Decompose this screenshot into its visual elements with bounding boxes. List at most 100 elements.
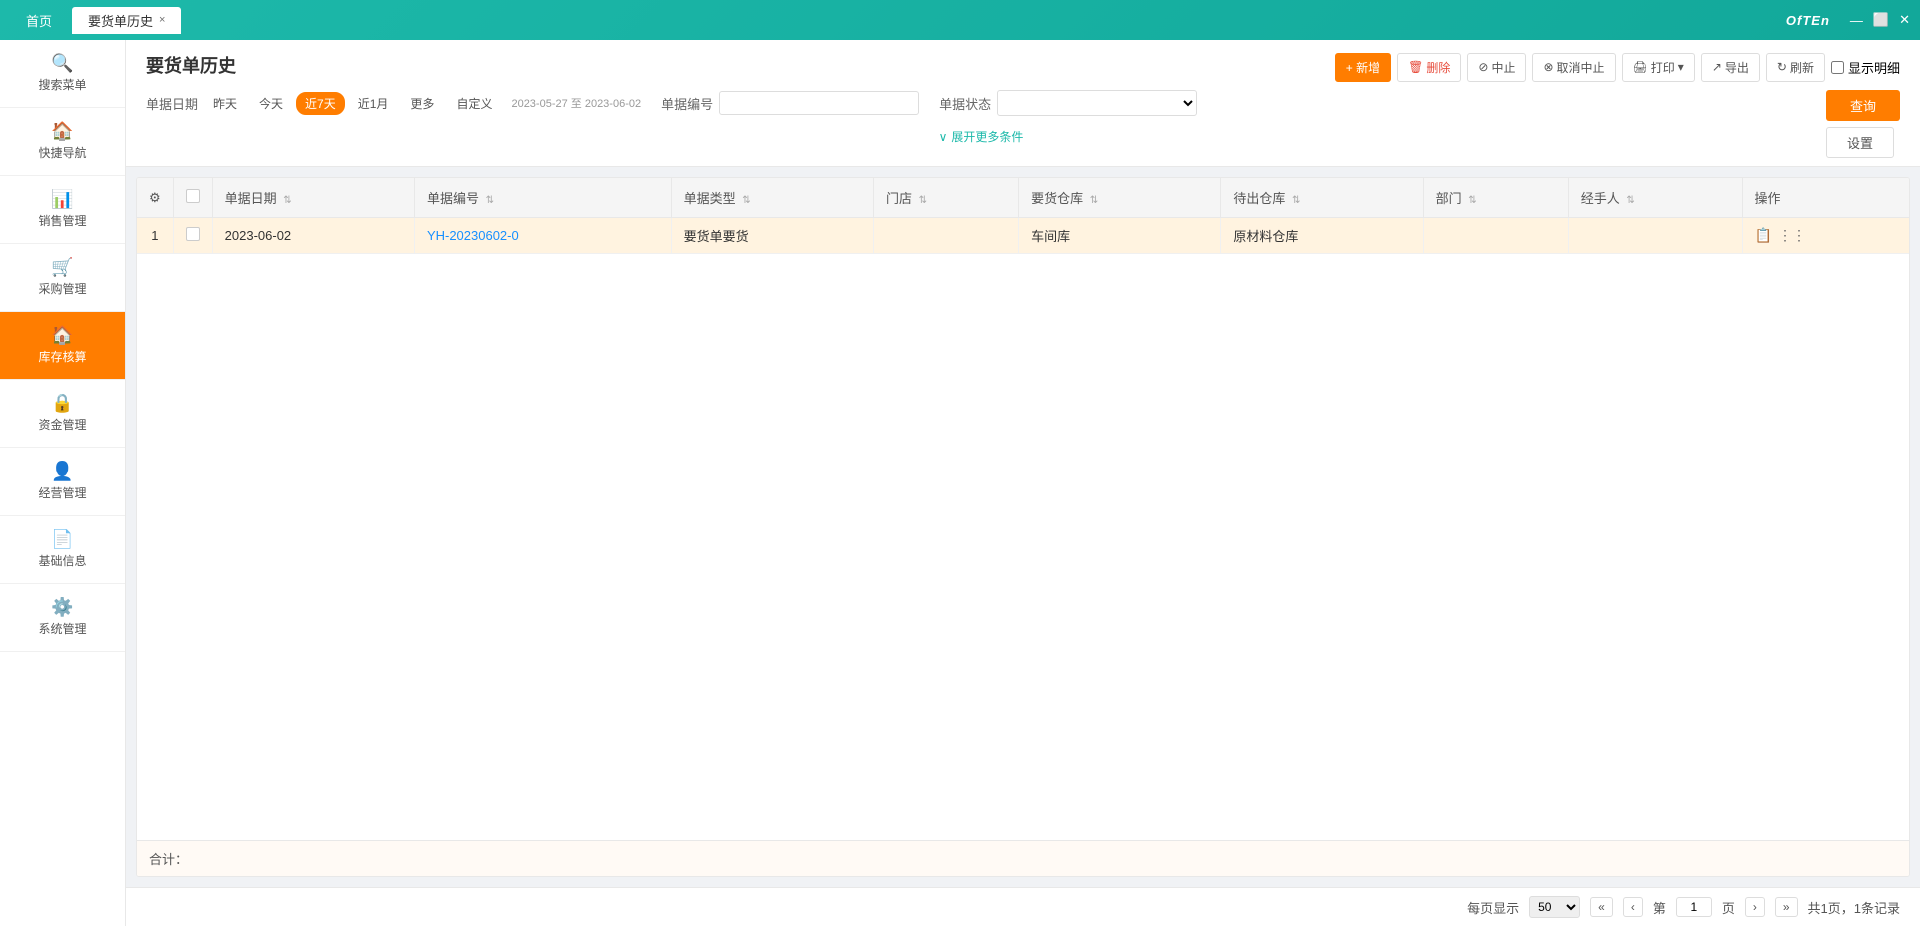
export-button[interactable]: ↗ 导出 bbox=[1701, 53, 1760, 82]
content-area: 要货单历史 + 新增 🗑 删除 ⊘ 中止 ⊗ 取消中止 bbox=[126, 40, 1920, 926]
filter-doc-status: 单据状态 bbox=[939, 90, 1197, 116]
sidebar-item-search-menu[interactable]: 🔍 搜索菜单 bbox=[0, 40, 125, 108]
tab-requisition-history[interactable]: 要货单历史 × bbox=[72, 7, 181, 34]
col-header-store[interactable]: 门店 ⇅ bbox=[873, 178, 1018, 218]
maximize-icon[interactable]: ⬜ bbox=[1873, 12, 1889, 28]
filter-section: 单据日期 昨天 今天 近7天 近1月 更多 自定义 2023-05-27 至 2… bbox=[146, 90, 1900, 158]
filter-doc-date: 单据日期 昨天 今天 近7天 近1月 更多 自定义 2023-05-27 至 2… bbox=[146, 92, 641, 115]
refresh-icon: ↻ bbox=[1777, 60, 1787, 74]
table-wrapper: ⚙ 单据日期 ⇅ 单据编号 ⇅ 单据类型 bbox=[136, 177, 1910, 877]
row-edit-icon[interactable]: 📋 bbox=[1755, 227, 1772, 244]
tab-requisition-label: 要货单历史 bbox=[88, 11, 153, 30]
row-checkbox[interactable] bbox=[186, 227, 200, 241]
filter-row-1: 单据日期 昨天 今天 近7天 近1月 更多 自定义 2023-05-27 至 2… bbox=[146, 90, 1816, 116]
settings-button[interactable]: 设置 bbox=[1826, 127, 1894, 158]
row-department bbox=[1423, 218, 1568, 254]
date-btn-yesterday[interactable]: 昨天 bbox=[204, 92, 246, 115]
col-header-req-warehouse[interactable]: 要货仓库 ⇅ bbox=[1019, 178, 1221, 218]
ops-mgmt-icon: 👤 bbox=[51, 462, 73, 480]
row-checkbox-cell bbox=[173, 218, 212, 254]
per-page-label: 每页显示 bbox=[1467, 898, 1519, 917]
col-header-handler[interactable]: 经手人 ⇅ bbox=[1568, 178, 1742, 218]
window-controls: OfTEn — ⬜ ✕ bbox=[1786, 12, 1910, 28]
expand-more-icon: ∨ bbox=[939, 130, 948, 144]
new-button[interactable]: + 新增 bbox=[1335, 53, 1391, 82]
sidebar-item-basic-info[interactable]: 📄 基础信息 bbox=[0, 516, 125, 584]
date-btn-1month[interactable]: 近1月 bbox=[349, 92, 398, 115]
doc-status-select[interactable] bbox=[997, 90, 1197, 116]
sidebar-item-ops-mgmt[interactable]: 👤 经营管理 bbox=[0, 448, 125, 516]
tab-close-icon[interactable]: × bbox=[159, 14, 165, 26]
row-action-buttons: 📋 ⋮⋮ bbox=[1755, 227, 1898, 244]
table-header-row: ⚙ 单据日期 ⇅ 单据编号 ⇅ 单据类型 bbox=[137, 178, 1909, 218]
date-btn-more[interactable]: 更多 bbox=[401, 92, 443, 115]
expand-more-btn[interactable]: ∨ 展开更多条件 bbox=[146, 124, 1816, 149]
close-icon[interactable]: ✕ bbox=[1899, 12, 1910, 28]
refresh-button[interactable]: ↻ 刷新 bbox=[1766, 53, 1825, 82]
doc-number-label: 单据编号 bbox=[661, 94, 713, 113]
tab-home[interactable]: 首页 bbox=[10, 7, 68, 34]
sidebar-sales-mgmt-label: 销售管理 bbox=[38, 212, 86, 229]
sidebar-item-purchase-mgmt[interactable]: 🛒 采购管理 bbox=[0, 244, 125, 312]
date-btn-7days[interactable]: 近7天 bbox=[296, 92, 345, 115]
doc-number-input[interactable] bbox=[719, 91, 919, 115]
sidebar-item-inventory[interactable]: 🏠 库存核算 bbox=[0, 312, 125, 380]
total-info: 共1页，1条记录 bbox=[1808, 898, 1900, 917]
filter-fields: 单据日期 昨天 今天 近7天 近1月 更多 自定义 2023-05-27 至 2… bbox=[146, 90, 1816, 149]
sidebar-item-sales-mgmt[interactable]: 📊 销售管理 bbox=[0, 176, 125, 244]
finance-mgmt-icon: 🔒 bbox=[51, 394, 73, 412]
row-req-warehouse: 车间库 bbox=[1019, 218, 1221, 254]
data-table: ⚙ 单据日期 ⇅ 单据编号 ⇅ 单据类型 bbox=[137, 178, 1909, 254]
page-title: 要货单历史 bbox=[146, 52, 236, 78]
col-header-doc-date[interactable]: 单据日期 ⇅ bbox=[212, 178, 414, 218]
col-header-pending-warehouse[interactable]: 待出仓库 ⇅ bbox=[1221, 178, 1423, 218]
table-footer: 合计： bbox=[137, 840, 1909, 876]
sort-doc-type-icon: ⇅ bbox=[742, 195, 750, 206]
print-icon: 🖨 bbox=[1633, 60, 1648, 74]
query-button[interactable]: 查询 bbox=[1826, 90, 1900, 121]
page-suffix: 页 bbox=[1722, 898, 1735, 917]
table-empty-space bbox=[137, 254, 1909, 840]
delete-button[interactable]: 🗑 删除 bbox=[1397, 53, 1461, 82]
date-btn-today[interactable]: 今天 bbox=[250, 92, 292, 115]
col-header-doc-no[interactable]: 单据编号 ⇅ bbox=[414, 178, 671, 218]
sidebar-item-finance-mgmt[interactable]: 🔒 资金管理 bbox=[0, 380, 125, 448]
row-more-icon[interactable]: ⋮⋮ bbox=[1778, 227, 1806, 244]
show-detail-label[interactable]: 显示明细 bbox=[1831, 58, 1900, 77]
print-dropdown-icon: ▾ bbox=[1678, 60, 1684, 74]
sidebar-item-quick-nav[interactable]: 🏠 快捷导航 bbox=[0, 108, 125, 176]
tab-home-label: 首页 bbox=[26, 11, 52, 30]
delete-icon: 🗑 bbox=[1408, 60, 1423, 74]
next-page-btn[interactable]: › bbox=[1745, 897, 1765, 917]
stop-button[interactable]: ⊘ 中止 bbox=[1467, 53, 1526, 82]
col-header-department[interactable]: 部门 ⇅ bbox=[1423, 178, 1568, 218]
export-icon: ↗ bbox=[1712, 60, 1722, 74]
date-btn-custom[interactable]: 自定义 bbox=[447, 92, 501, 115]
cancel-stop-button[interactable]: ⊗ 取消中止 bbox=[1532, 53, 1615, 82]
per-page-select[interactable]: 10 20 50 100 bbox=[1529, 896, 1580, 918]
col-header-settings[interactable]: ⚙ bbox=[137, 178, 173, 218]
date-shortcuts: 昨天 今天 近7天 近1月 更多 自定义 bbox=[204, 92, 501, 115]
sort-store-icon: ⇅ bbox=[919, 195, 927, 206]
header-checkbox[interactable] bbox=[186, 189, 200, 203]
sys-mgmt-icon: ⚙️ bbox=[51, 598, 73, 616]
row-pending-warehouse: 原材料仓库 bbox=[1221, 218, 1423, 254]
sidebar-finance-mgmt-label: 资金管理 bbox=[38, 416, 86, 433]
total-label: 合计： bbox=[149, 852, 188, 867]
show-detail-checkbox[interactable] bbox=[1831, 61, 1844, 74]
last-page-btn[interactable]: » bbox=[1775, 897, 1798, 917]
first-page-btn[interactable]: « bbox=[1590, 897, 1613, 917]
sidebar-item-sys-mgmt[interactable]: ⚙️ 系统管理 bbox=[0, 584, 125, 652]
col-header-operation: 操作 bbox=[1742, 178, 1909, 218]
print-button[interactable]: 🖨 打印 ▾ bbox=[1622, 53, 1695, 82]
basic-info-icon: 📄 bbox=[51, 530, 73, 548]
sidebar-quick-nav-label: 快捷导航 bbox=[38, 144, 86, 161]
minimize-icon[interactable]: — bbox=[1850, 13, 1863, 28]
quick-nav-icon: 🏠 bbox=[51, 122, 73, 140]
col-header-doc-type[interactable]: 单据类型 ⇅ bbox=[671, 178, 873, 218]
page-input[interactable] bbox=[1676, 897, 1712, 917]
row-store bbox=[873, 218, 1018, 254]
doc-no-link[interactable]: YH-20230602-0 bbox=[427, 228, 519, 243]
prev-page-btn[interactable]: ‹ bbox=[1623, 897, 1643, 917]
tab-bar: 首页 要货单历史 × bbox=[10, 7, 1786, 34]
